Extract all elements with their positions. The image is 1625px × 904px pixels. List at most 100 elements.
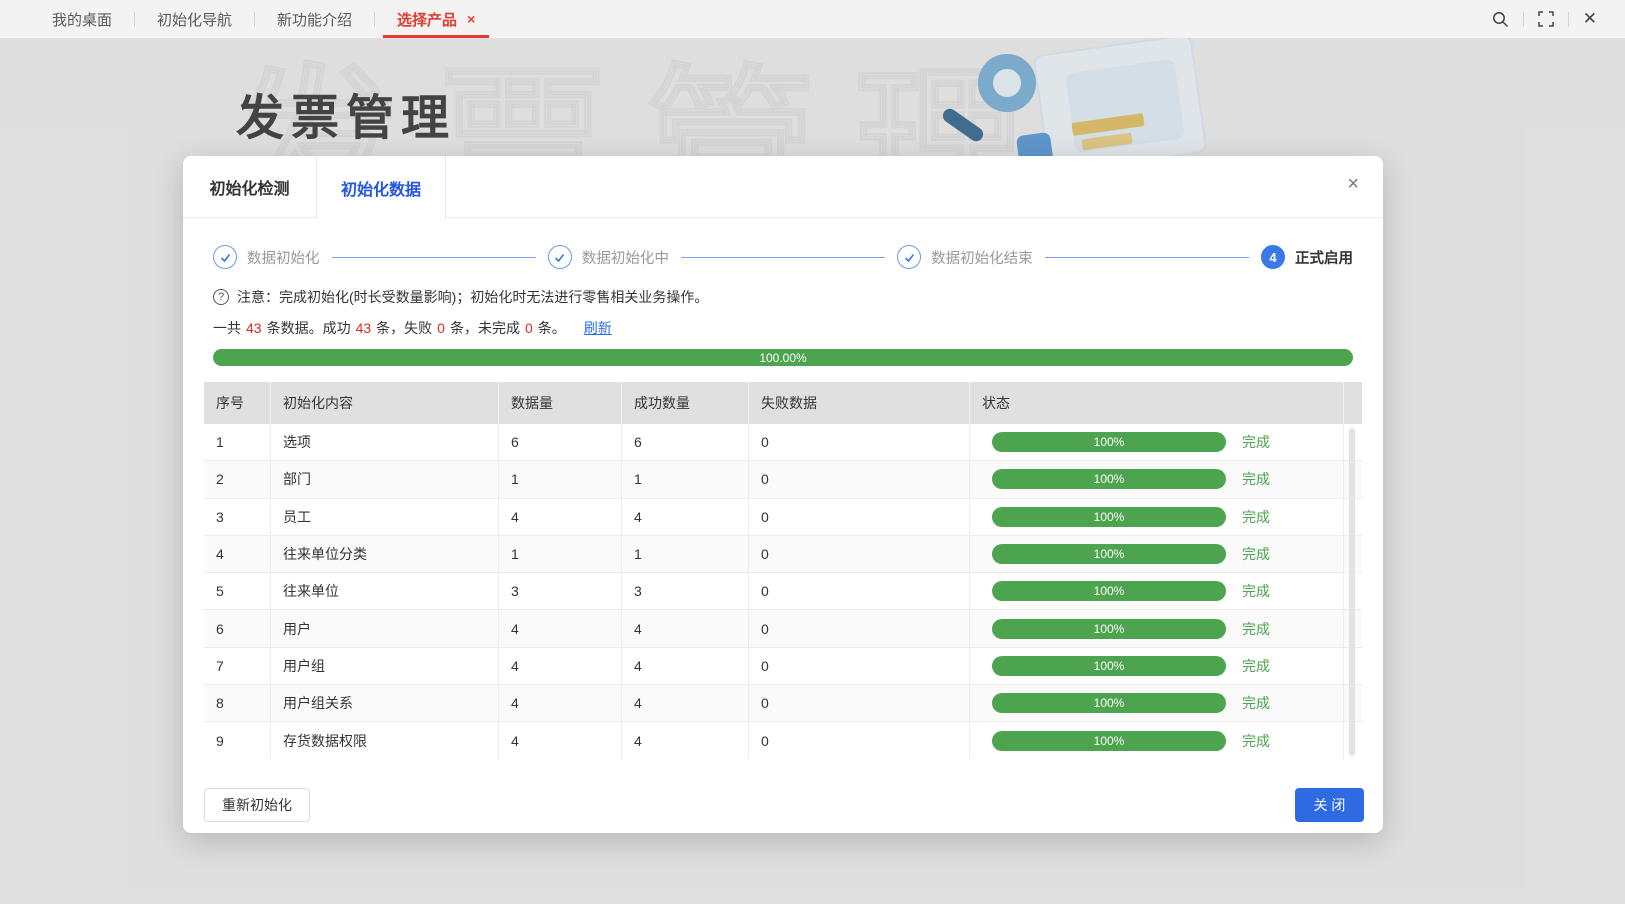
cell-no: 8	[204, 685, 271, 721]
check-circle-icon	[548, 245, 572, 269]
cell-status: 100% 完成	[970, 424, 1344, 460]
table-row: 1 选项 6 6 0 100% 完成	[204, 424, 1362, 461]
search-icon[interactable]	[1478, 11, 1523, 28]
cell-failed: 0	[749, 536, 970, 572]
cell-content: 员工	[271, 499, 499, 535]
row-status-text: 完成	[1242, 432, 1270, 452]
row-progress-pill: 100%	[992, 507, 1226, 527]
step-1: 数据初始化	[213, 245, 320, 269]
cell-count: 1	[499, 461, 622, 497]
progress-stepper: 数据初始化 数据初始化中 数据初始化结束	[213, 242, 1353, 272]
tab-init-data[interactable]: 初始化数据	[316, 156, 446, 219]
table-body: 1 选项 6 6 0 100% 完成 2 部门 1 1 0 100% 完成 3 …	[204, 424, 1362, 759]
init-data-dialog: × 初始化检测 初始化数据 数据初始化 数据初始化中	[183, 156, 1383, 833]
row-progress-pill: 100%	[992, 619, 1226, 639]
cell-content: 用户组	[271, 648, 499, 684]
cell-count: 1	[499, 536, 622, 572]
cell-success: 4	[622, 648, 749, 684]
step-connector	[681, 257, 885, 258]
init-table: 序号 初始化内容 数据量 成功数量 失败数据 状态 1 选项 6 6 0 100…	[204, 382, 1362, 759]
cell-count: 4	[499, 648, 622, 684]
cell-content: 部门	[271, 461, 499, 497]
cell-failed: 0	[749, 685, 970, 721]
step-label: 数据初始化中	[582, 247, 669, 268]
cell-no: 3	[204, 499, 271, 535]
cell-status: 100% 完成	[970, 685, 1344, 721]
cell-no: 4	[204, 536, 271, 572]
notice-row: ? 注意：完成初始化(时长受数量影响)；初始化时无法进行零售相关业务操作。	[213, 287, 1353, 307]
cell-no: 6	[204, 610, 271, 646]
stats-failed: 0	[437, 320, 445, 336]
step-connector	[332, 257, 536, 258]
tab-label: 初始化导航	[157, 9, 232, 30]
col-header-status: 状态	[970, 382, 1344, 424]
cell-success: 4	[622, 499, 749, 535]
row-progress-pill: 100%	[992, 731, 1226, 751]
step-4: 4 正式启用	[1261, 245, 1353, 269]
row-progress-pill: 100%	[992, 581, 1226, 601]
cell-status: 100% 完成	[970, 722, 1344, 758]
close-icon[interactable]: ✕	[1569, 9, 1611, 29]
table-header: 序号 初始化内容 数据量 成功数量 失败数据 状态	[204, 382, 1362, 424]
help-icon: ?	[213, 289, 229, 305]
cell-failed: 0	[749, 499, 970, 535]
stats-text: 条。	[538, 318, 566, 338]
tab-init-check[interactable]: 初始化检测	[183, 156, 316, 217]
cell-success: 1	[622, 536, 749, 572]
topbar-actions: ✕	[1478, 0, 1611, 38]
cell-count: 4	[499, 722, 622, 758]
stats-text: 一共	[213, 318, 241, 338]
reinitialize-button[interactable]: 重新初始化	[204, 788, 310, 822]
cell-status: 100% 完成	[970, 461, 1344, 497]
step-connector	[1045, 257, 1249, 258]
tab-init-nav[interactable]: 初始化导航	[135, 0, 254, 38]
cell-failed: 0	[749, 424, 970, 460]
tab-select-product[interactable]: 选择产品 ×	[375, 0, 497, 38]
cell-status: 100% 完成	[970, 536, 1344, 572]
cell-content: 用户	[271, 610, 499, 646]
refresh-link[interactable]: 刷新	[584, 318, 612, 338]
cell-success: 4	[622, 610, 749, 646]
check-circle-icon	[897, 245, 921, 269]
table-row: 7 用户组 4 4 0 100% 完成	[204, 648, 1362, 685]
stats-text: 条，失败	[376, 318, 432, 338]
stats-text: 条，未完成	[450, 318, 520, 338]
col-header-count: 数据量	[499, 382, 622, 424]
tab-close-icon[interactable]: ×	[467, 11, 475, 27]
col-header-gutter	[1344, 382, 1362, 424]
cell-content: 往来单位分类	[271, 536, 499, 572]
row-status-text: 完成	[1242, 544, 1270, 564]
step-number-badge: 4	[1261, 245, 1285, 269]
dialog-body: 数据初始化 数据初始化中 数据初始化结束	[183, 242, 1383, 759]
row-progress-pill: 100%	[992, 656, 1226, 676]
step-label: 数据初始化结束	[931, 247, 1033, 268]
stats-unfinished: 0	[525, 320, 533, 336]
dialog-close-icon[interactable]: ×	[1347, 174, 1359, 194]
table-scrollbar[interactable]	[1349, 428, 1355, 756]
table-row: 4 往来单位分类 1 1 0 100% 完成	[204, 536, 1362, 573]
overall-progress-bar: 100.00%	[213, 349, 1353, 366]
cell-no: 2	[204, 461, 271, 497]
tab-label: 新功能介绍	[277, 9, 352, 30]
table-row: 6 用户 4 4 0 100% 完成	[204, 610, 1362, 647]
cell-count: 4	[499, 610, 622, 646]
row-status-text: 完成	[1242, 581, 1270, 601]
tab-my-desktop[interactable]: 我的桌面	[30, 0, 134, 38]
col-header-content: 初始化内容	[271, 382, 499, 424]
col-header-success: 成功数量	[622, 382, 749, 424]
step-label: 数据初始化	[247, 247, 320, 268]
cell-status: 100% 完成	[970, 499, 1344, 535]
row-status-text: 完成	[1242, 693, 1270, 713]
fullscreen-icon[interactable]	[1524, 11, 1568, 27]
cell-status: 100% 完成	[970, 648, 1344, 684]
table-row: 2 部门 1 1 0 100% 完成	[204, 461, 1362, 498]
cell-success: 4	[622, 722, 749, 758]
cell-failed: 0	[749, 610, 970, 646]
tab-new-features[interactable]: 新功能介绍	[255, 0, 374, 38]
cell-count: 4	[499, 685, 622, 721]
cell-status: 100% 完成	[970, 610, 1344, 646]
table-row: 8 用户组关系 4 4 0 100% 完成	[204, 685, 1362, 722]
cell-content: 往来单位	[271, 573, 499, 609]
cell-no: 5	[204, 573, 271, 609]
close-dialog-button[interactable]: 关 闭	[1295, 788, 1364, 822]
